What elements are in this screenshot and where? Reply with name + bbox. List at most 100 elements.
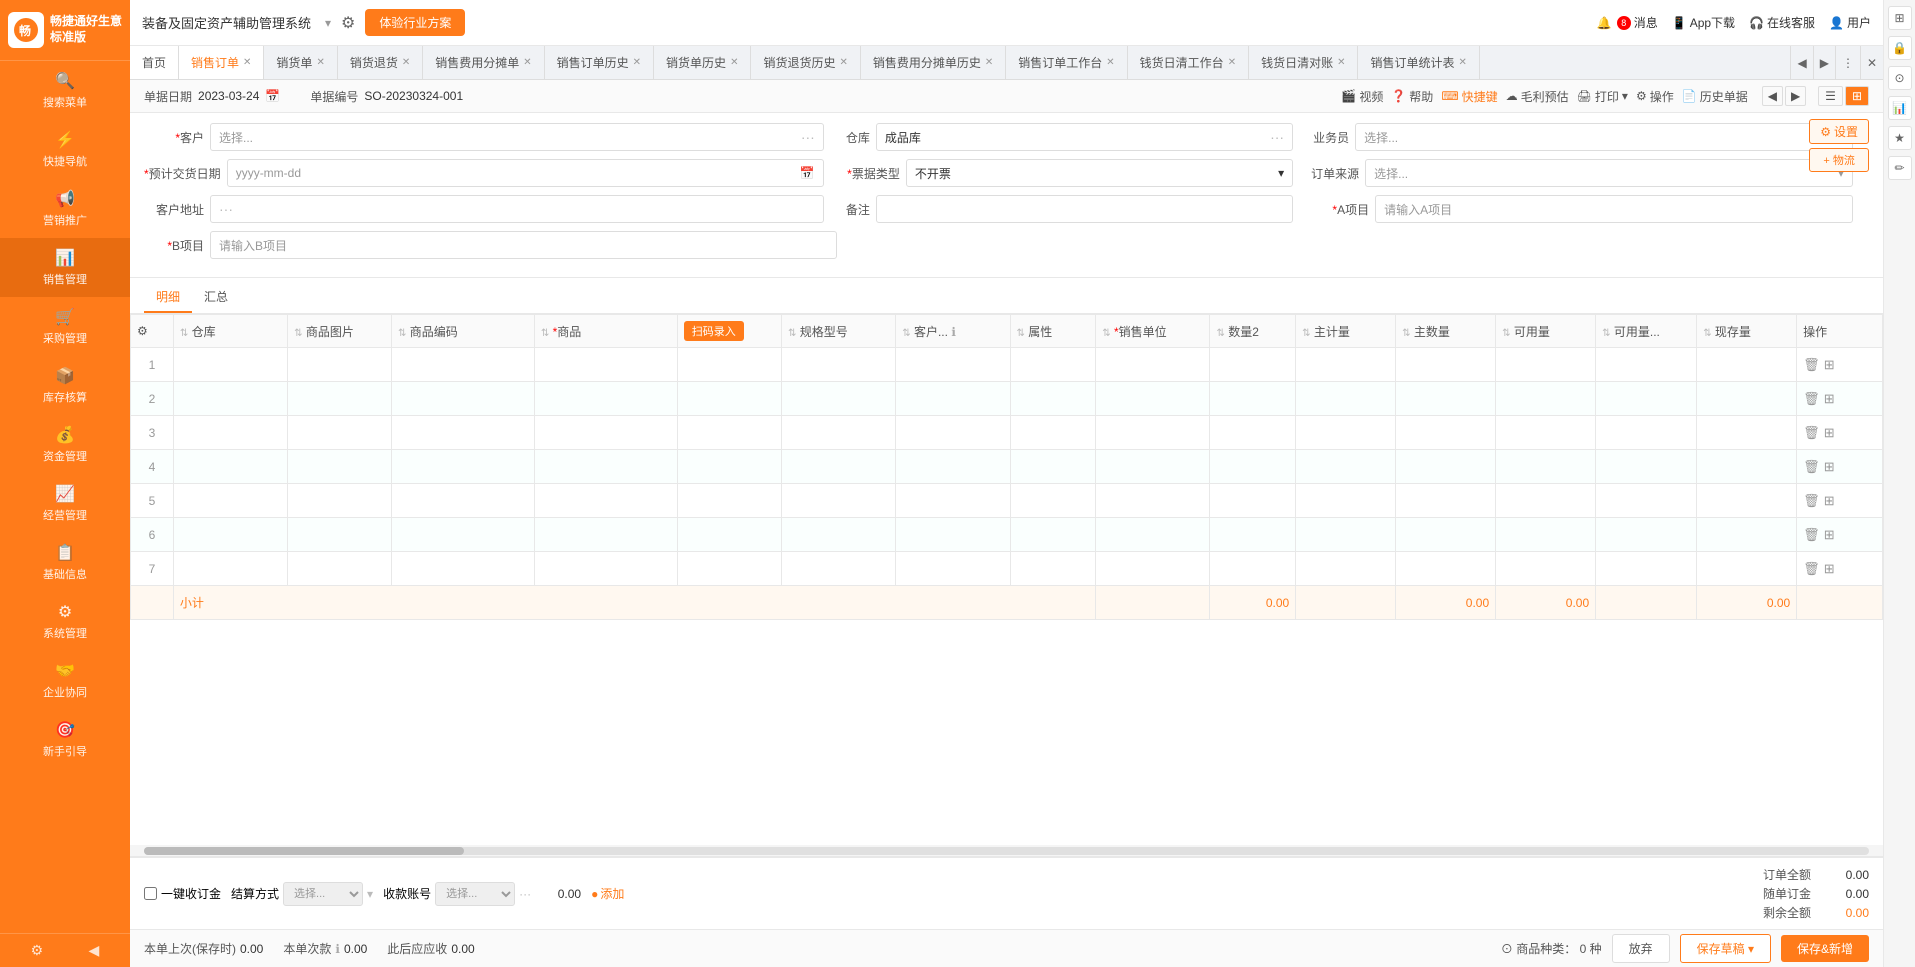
scan-btn[interactable]: 扫码录入 bbox=[684, 321, 744, 341]
row-attr[interactable] bbox=[1010, 416, 1096, 450]
detail-tab-huizong[interactable]: 汇总 bbox=[192, 284, 240, 313]
row-custom[interactable] bbox=[896, 552, 1010, 586]
row-unit[interactable] bbox=[1096, 450, 1210, 484]
list-view-btn[interactable]: ☰ bbox=[1818, 86, 1843, 106]
row-warehouse[interactable] bbox=[173, 348, 287, 382]
customer-input[interactable]: 选择... ··· bbox=[210, 123, 824, 151]
b-project-input[interactable]: 请输入B项目 bbox=[210, 231, 837, 259]
sidebar-item-guide[interactable]: 🎯 新手引导 bbox=[0, 710, 130, 769]
row-spec[interactable] bbox=[781, 484, 895, 518]
row-custom[interactable] bbox=[896, 450, 1010, 484]
row-warehouse[interactable] bbox=[173, 450, 287, 484]
row-attr[interactable] bbox=[1010, 382, 1096, 416]
row-copy-icon[interactable]: ⊞ bbox=[1824, 425, 1835, 441]
notes-input[interactable] bbox=[876, 195, 1293, 223]
row-spec[interactable] bbox=[781, 416, 895, 450]
save-draft-btn[interactable]: 保存草稿 ▾ bbox=[1680, 934, 1771, 963]
row-qty2[interactable] bbox=[1210, 416, 1296, 450]
tab-sales-slip-close[interactable]: ✕ bbox=[316, 57, 324, 68]
row-product[interactable] bbox=[534, 382, 677, 416]
row-main-qty[interactable] bbox=[1396, 518, 1496, 552]
tab-sales-slip[interactable]: 销货单 ✕ bbox=[264, 46, 337, 80]
tab-order-stat[interactable]: 销售订单统计表 ✕ bbox=[1358, 46, 1479, 80]
help-btn[interactable]: ❓ 帮助 bbox=[1391, 88, 1433, 105]
row-main-qty[interactable] bbox=[1396, 450, 1496, 484]
row-code[interactable] bbox=[392, 518, 535, 552]
invoice-type-select[interactable]: 不开票 ▾ bbox=[906, 159, 1293, 187]
add-material-btn[interactable]: + 物流 bbox=[1809, 148, 1869, 172]
row-code[interactable] bbox=[392, 416, 535, 450]
sidebar-item-inventory[interactable]: 📦 库存核算 bbox=[0, 356, 130, 415]
row-copy-icon[interactable]: ⊞ bbox=[1824, 459, 1835, 475]
row-main-qty[interactable] bbox=[1396, 484, 1496, 518]
tab-cash-workbench[interactable]: 钱货日清工作台 ✕ bbox=[1128, 46, 1249, 80]
tab-slip-history-close[interactable]: ✕ bbox=[730, 57, 738, 68]
app-download-btn[interactable]: 📱 App下载 bbox=[1672, 14, 1735, 31]
tab-fee-split-history[interactable]: 销售费用分摊单历史 ✕ bbox=[861, 46, 1006, 80]
save-draft-dropdown-icon[interactable]: ▾ bbox=[1748, 942, 1754, 956]
row-delete-icon[interactable]: 🗑 bbox=[1803, 561, 1820, 577]
nav-prev-btn[interactable]: ◀ bbox=[1762, 86, 1783, 106]
row-main-qty[interactable] bbox=[1396, 552, 1496, 586]
shortcut-btn[interactable]: ⌨ 快捷键 bbox=[1441, 88, 1497, 105]
sidebar-item-sales[interactable]: 📊 销售管理 bbox=[0, 238, 130, 297]
row-code[interactable] bbox=[392, 348, 535, 382]
date-value[interactable]: 2023-03-24 bbox=[198, 89, 259, 103]
row-product[interactable] bbox=[534, 348, 677, 382]
print-dropdown-icon[interactable]: ▾ bbox=[1622, 89, 1628, 103]
row-main-qty[interactable] bbox=[1396, 348, 1496, 382]
settings-btn[interactable]: ⚙ 设置 bbox=[1809, 119, 1869, 144]
row-warehouse[interactable] bbox=[173, 484, 287, 518]
tab-fee-split-history-close[interactable]: ✕ bbox=[985, 57, 993, 68]
sidebar-item-nav[interactable]: ⚡ 快捷导航 bbox=[0, 120, 130, 179]
sidebar-item-system[interactable]: ⚙ 系统管理 bbox=[0, 592, 130, 651]
tab-slip-history[interactable]: 销货单历史 ✕ bbox=[654, 46, 751, 80]
row-warehouse[interactable] bbox=[173, 416, 287, 450]
row-product[interactable] bbox=[534, 552, 677, 586]
row-product[interactable] bbox=[534, 416, 677, 450]
row-unit[interactable] bbox=[1096, 348, 1210, 382]
row-custom[interactable] bbox=[896, 518, 1010, 552]
warehouse-input[interactable]: 成品库 ··· bbox=[876, 123, 1293, 151]
row-attr[interactable] bbox=[1010, 484, 1096, 518]
tab-order-history[interactable]: 销售订单历史 ✕ bbox=[545, 46, 654, 80]
user-avatar[interactable]: 👤 用户 bbox=[1829, 14, 1871, 31]
right-panel-icon-4[interactable]: 📊 bbox=[1888, 96, 1912, 120]
right-panel-icon-1[interactable]: ⊞ bbox=[1888, 6, 1912, 30]
online-service-btn[interactable]: 🎧 在线客服 bbox=[1749, 14, 1815, 31]
tab-order-workbench-close[interactable]: ✕ bbox=[1106, 57, 1114, 68]
row-warehouse[interactable] bbox=[173, 518, 287, 552]
row-spec[interactable] bbox=[781, 348, 895, 382]
row-copy-icon[interactable]: ⊞ bbox=[1824, 527, 1835, 543]
row-copy-icon[interactable]: ⊞ bbox=[1824, 493, 1835, 509]
account-select[interactable]: 选择... bbox=[435, 882, 515, 906]
order-source-input[interactable]: 选择... ▾ bbox=[1365, 159, 1853, 187]
row-delete-icon[interactable]: 🗑 bbox=[1803, 425, 1820, 441]
number-value[interactable]: SO-20230324-001 bbox=[364, 89, 463, 103]
one-click-checkbox[interactable] bbox=[144, 887, 157, 900]
right-panel-icon-3[interactable]: ⊙ bbox=[1888, 66, 1912, 90]
row-warehouse[interactable] bbox=[173, 552, 287, 586]
row-warehouse[interactable] bbox=[173, 382, 287, 416]
row-code[interactable] bbox=[392, 484, 535, 518]
profit-btn[interactable]: ☁ 毛利预估 bbox=[1506, 88, 1569, 105]
row-code[interactable] bbox=[392, 552, 535, 586]
one-click-deposit-check[interactable]: 一键收订金 bbox=[144, 885, 221, 902]
row-unit[interactable] bbox=[1096, 552, 1210, 586]
tab-scroll-right[interactable]: ▶ bbox=[1813, 46, 1835, 80]
form-view-btn[interactable]: ⊞ bbox=[1845, 86, 1869, 106]
row-attr[interactable] bbox=[1010, 518, 1096, 552]
row-copy-icon[interactable]: ⊞ bbox=[1824, 561, 1835, 577]
address-input[interactable]: ··· bbox=[210, 195, 824, 223]
row-custom[interactable] bbox=[896, 416, 1010, 450]
tab-cash-reconcile-close[interactable]: ✕ bbox=[1337, 57, 1345, 68]
sidebar-item-finance[interactable]: 💰 资金管理 bbox=[0, 415, 130, 474]
row-product[interactable] bbox=[534, 484, 677, 518]
topbar-settings-icon[interactable]: ⚙ bbox=[341, 13, 355, 33]
row-attr[interactable] bbox=[1010, 348, 1096, 382]
row-qty2[interactable] bbox=[1210, 348, 1296, 382]
nav-next-btn[interactable]: ▶ bbox=[1785, 86, 1806, 106]
row-delete-icon[interactable]: 🗑 bbox=[1803, 493, 1820, 509]
tab-return-history[interactable]: 销货退货历史 ✕ bbox=[751, 46, 860, 80]
tab-return-history-close[interactable]: ✕ bbox=[839, 57, 847, 68]
